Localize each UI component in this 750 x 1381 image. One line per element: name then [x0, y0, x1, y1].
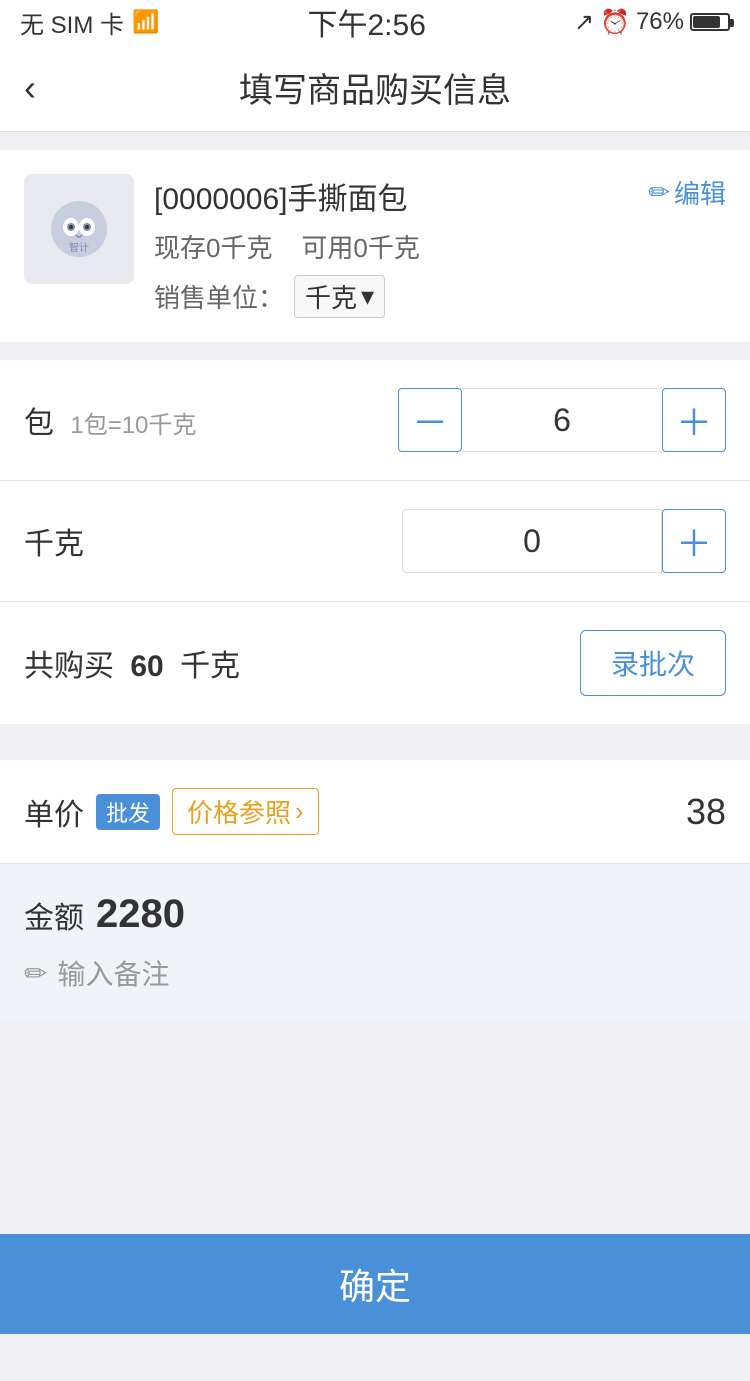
- status-right: ↗ ⏰ 76%: [574, 8, 730, 37]
- price-ref-button[interactable]: 价格参照 ›: [172, 788, 319, 835]
- wifi-icon: 📶: [132, 9, 159, 35]
- product-unit: 销售单位： 千克 ▾: [154, 275, 726, 318]
- edit-button[interactable]: ✏ 编辑: [648, 174, 726, 211]
- kg-quantity-row: 千克 ＋: [0, 481, 750, 602]
- stock-current-value: 0千克: [206, 233, 272, 263]
- stock-available-value: 0千克: [353, 233, 419, 263]
- svg-text:智计: 智计: [69, 241, 89, 254]
- product-info: [0000006]手撕面包 现存0千克 可用0千克 销售单位： 千克 ▾: [154, 174, 726, 318]
- remark-row[interactable]: ✏ 输入备注: [24, 953, 726, 993]
- confirm-bar[interactable]: 确定: [0, 1234, 750, 1334]
- kg-plus-button[interactable]: ＋: [662, 509, 726, 573]
- amount-section: 金额 2280 ✏ 输入备注: [0, 863, 750, 1021]
- record-batch-button[interactable]: 录批次: [580, 630, 726, 696]
- total-amount: 60: [130, 650, 163, 683]
- unit-select[interactable]: 千克 ▾: [294, 275, 385, 318]
- amount-value: 2280: [96, 892, 185, 937]
- stock-available-label: 可用: [301, 233, 353, 263]
- product-name: [0000006]手撕面包: [154, 174, 726, 218]
- batch-tag: 批发: [96, 794, 160, 830]
- price-label: 单价: [24, 790, 84, 834]
- divider-2: [0, 724, 750, 742]
- bao-input[interactable]: [462, 388, 662, 452]
- bao-quantity-row: 包 1包=10千克 － ＋: [0, 360, 750, 481]
- bao-plus-button[interactable]: ＋: [662, 388, 726, 452]
- remark-placeholder[interactable]: 输入备注: [57, 953, 169, 993]
- product-image: 智计: [24, 174, 134, 284]
- price-value: 38: [686, 791, 726, 833]
- page-title: 填写商品购买信息: [239, 63, 511, 112]
- clock: 下午2:56: [307, 0, 425, 44]
- stock-current-label: 现存: [154, 233, 206, 263]
- confirm-text: 确定: [339, 1258, 411, 1310]
- status-bar: 无 SIM 卡 📶 下午2:56 ↗ ⏰ 76%: [0, 0, 750, 44]
- edit-remark-icon: ✏: [24, 957, 47, 990]
- price-ref-arrow-icon: ›: [295, 796, 304, 827]
- total-row: 共购买 60 千克 录批次: [0, 602, 750, 724]
- nav-bar: ‹ 填写商品购买信息: [0, 44, 750, 132]
- back-button[interactable]: ‹: [24, 67, 36, 109]
- price-section: 单价 批发 价格参照 › 38: [0, 760, 750, 863]
- carrier-text: 无 SIM 卡: [20, 5, 124, 40]
- location-icon: ↗: [574, 8, 594, 37]
- kg-input[interactable]: [402, 509, 662, 573]
- price-row: 单价 批发 价格参照 › 38: [24, 788, 726, 835]
- divider-1: [0, 342, 750, 360]
- kg-label: 千克: [24, 519, 402, 563]
- product-card: 智计 [0000006]手撕面包 现存0千克 可用0千克 销售单位： 千克 ▾ …: [0, 150, 750, 342]
- bao-controls: － ＋: [398, 388, 726, 452]
- quantity-section: 包 1包=10千克 － ＋ 千克 ＋: [0, 360, 750, 602]
- alarm-icon: ⏰: [600, 8, 630, 37]
- product-stock: 现存0千克 可用0千克: [154, 228, 726, 265]
- bao-hint: 1包=10千克: [70, 412, 196, 439]
- price-left: 单价 批发 价格参照 ›: [24, 788, 319, 835]
- amount-row: 金额 2280: [24, 892, 726, 937]
- bao-label: 包 1包=10千克: [24, 398, 398, 442]
- product-logo-icon: 智计: [49, 199, 109, 259]
- total-text: 共购买 60 千克: [24, 641, 240, 685]
- edit-icon: ✏: [648, 177, 670, 208]
- bao-minus-button[interactable]: －: [398, 388, 462, 452]
- unit-chevron-icon: ▾: [361, 281, 374, 312]
- kg-controls: ＋: [402, 509, 726, 573]
- status-left: 无 SIM 卡 📶: [20, 5, 159, 40]
- battery-pct: 76%: [636, 8, 684, 36]
- battery-icon: [690, 13, 730, 31]
- amount-label: 金额: [24, 893, 84, 937]
